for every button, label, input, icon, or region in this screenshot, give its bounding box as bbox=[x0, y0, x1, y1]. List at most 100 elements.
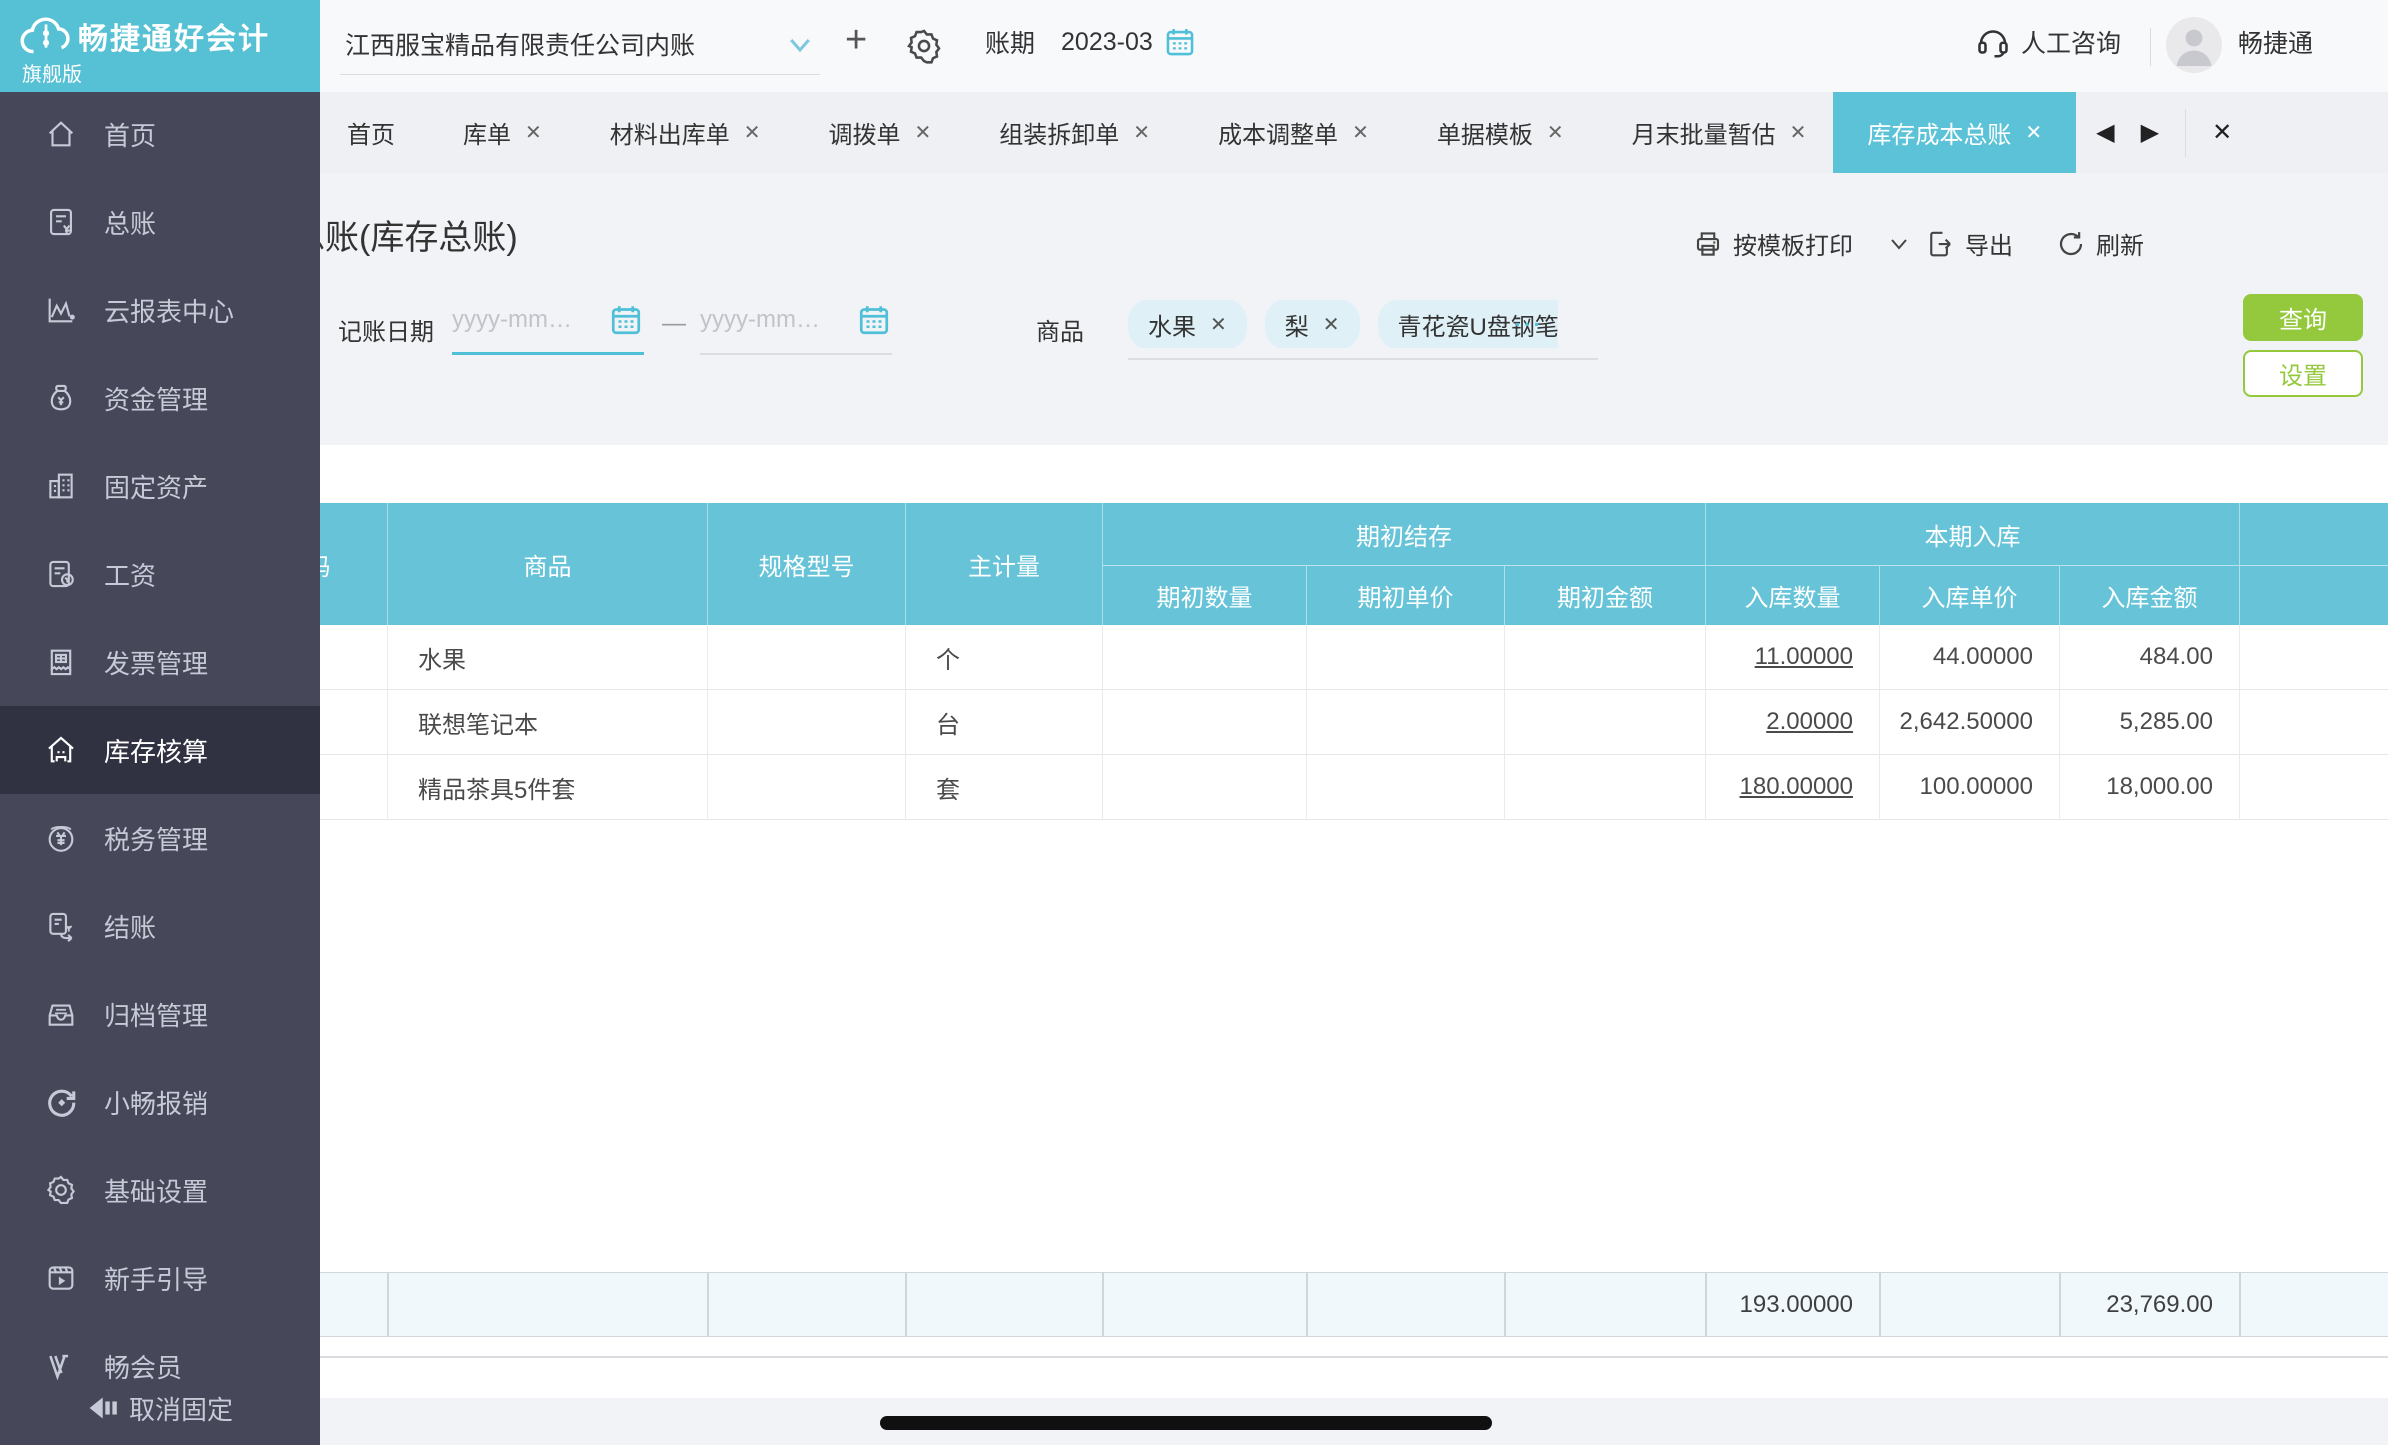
in-qty-link[interactable]: 180.00000 bbox=[1740, 773, 1853, 801]
table-row-3-cell-in_price: 100.00000 bbox=[1880, 755, 2060, 820]
in-qty-link[interactable]: 2.00000 bbox=[1766, 708, 1853, 736]
sidebar-item-label: 畅会员 bbox=[104, 1352, 183, 1383]
summary-cell-open_price bbox=[1307, 1272, 1505, 1337]
support-link[interactable]: 人工咨询 bbox=[1975, 24, 2121, 60]
sidebar-item-11[interactable]: 归档管理 bbox=[0, 970, 320, 1058]
sidebar-item-14[interactable]: 新手引导 bbox=[0, 1234, 320, 1322]
tab-label: 首页 bbox=[347, 122, 395, 149]
topbar-divider bbox=[2150, 28, 2151, 66]
sidebar-item-label: 税务管理 bbox=[104, 824, 209, 855]
remove-tag-icon[interactable]: ✕ bbox=[1210, 312, 1227, 337]
close-icon[interactable]: ✕ bbox=[1352, 120, 1369, 145]
in-qty-link[interactable]: 11.00000 bbox=[1755, 643, 1853, 671]
user-name[interactable]: 畅捷通 bbox=[2238, 24, 2313, 60]
warehouse-icon bbox=[44, 733, 78, 767]
sidebar-item-8[interactable]: 库存核算 bbox=[0, 706, 320, 794]
product-tag-2[interactable]: 梨 ✕ bbox=[1264, 300, 1360, 348]
sidebar-item-1[interactable]: 首页 bbox=[0, 90, 320, 178]
date-from-placeholder: yyyy-mm… bbox=[452, 306, 572, 333]
date-to-placeholder: yyyy-mm… bbox=[700, 306, 820, 333]
tab-3[interactable]: 材料出库单 ✕ bbox=[583, 92, 788, 173]
more-tags-indicator[interactable]: … bbox=[1512, 300, 1544, 334]
close-icon[interactable]: ✕ bbox=[1790, 120, 1807, 145]
calendar-icon[interactable] bbox=[608, 302, 644, 338]
calendar-icon[interactable] bbox=[1163, 25, 1197, 59]
date-to-field[interactable]: yyyy-mm… bbox=[700, 306, 892, 355]
brand-name: 畅捷通好会计 bbox=[78, 23, 270, 56]
sidebar-item-label: 基础设置 bbox=[104, 1176, 209, 1207]
chevron-down-icon[interactable] bbox=[785, 30, 815, 60]
product-tag-1[interactable]: 水果 ✕ bbox=[1128, 300, 1247, 348]
sidebar-item-6[interactable]: 工资 bbox=[0, 530, 320, 618]
period-label: 账期 bbox=[985, 30, 1036, 58]
report-chart-icon bbox=[44, 293, 78, 327]
table-row-2-cell-spec bbox=[708, 690, 906, 755]
settings-button[interactable]: 设置 bbox=[2243, 350, 2363, 397]
close-icon[interactable]: ✕ bbox=[1133, 120, 1150, 145]
date-from-field[interactable]: yyyy-mm… bbox=[452, 306, 644, 355]
sidebar-item-label: 小畅报销 bbox=[104, 1088, 209, 1119]
query-button[interactable]: 查询 bbox=[2243, 294, 2363, 341]
tab-9[interactable]: 库存成本总账 ✕ bbox=[1833, 92, 2077, 173]
export-button[interactable]: 导出 bbox=[1925, 226, 2013, 261]
tab-8[interactable]: 月末批量暂估 ✕ bbox=[1605, 92, 1834, 173]
sidebar-item-13[interactable]: 基础设置 bbox=[0, 1146, 320, 1234]
remove-tag-icon[interactable]: ✕ bbox=[1323, 312, 1340, 337]
tab-6[interactable]: 成本调整单 ✕ bbox=[1191, 92, 1396, 173]
company-selector[interactable]: 江西服宝精品有限责任公司内账 bbox=[345, 26, 695, 62]
close-icon[interactable]: ✕ bbox=[1547, 120, 1564, 145]
document-tab-bar: 首页 库单 ✕ 材料出库单 ✕ 调拨单 ✕ 组装拆卸单 ✕ 成本调整单 ✕ 单据模板 ✕ 月末批量暂估 ✕ 库… bbox=[320, 92, 2388, 173]
sidebar-item-12[interactable]: 小畅报销 bbox=[0, 1058, 320, 1146]
sidebar-item-2[interactable]: 总账 bbox=[0, 178, 320, 266]
unpin-label: 取消固定 bbox=[128, 1394, 233, 1425]
page-title: 总账(库存总账) bbox=[291, 219, 518, 257]
close-all-tabs-button[interactable]: ✕ bbox=[2212, 118, 2232, 147]
table-row-1-cell-in_amount: 484.00 bbox=[2060, 625, 2240, 690]
sidebar-item-7[interactable]: 发票管理 bbox=[0, 618, 320, 706]
close-icon[interactable]: ✕ bbox=[915, 120, 932, 145]
tab-scroll-left[interactable]: ◀ bbox=[2096, 118, 2114, 147]
unpin-sidebar-button[interactable]: 取消固定 bbox=[0, 1382, 320, 1434]
period-value[interactable]: 2023-03 bbox=[1061, 28, 1153, 57]
close-icon[interactable]: ✕ bbox=[525, 120, 542, 145]
tab-scroll-right[interactable]: ▶ bbox=[2141, 118, 2159, 147]
cell-value: 精品茶具5件套 bbox=[418, 776, 576, 804]
sidebar-item-9[interactable]: 税务管理 bbox=[0, 794, 320, 882]
table-row-2-cell-product: 联想笔记本 bbox=[388, 690, 708, 755]
product-filter-field[interactable]: 水果✕梨✕青花瓷U盘钢笔套✕ bbox=[1128, 300, 1558, 348]
tab-5[interactable]: 组装拆卸单 ✕ bbox=[972, 92, 1177, 173]
refresh-button[interactable]: 刷新 bbox=[2056, 226, 2144, 261]
tab-label: 单据模板 bbox=[1436, 122, 1533, 149]
tab-4[interactable]: 调拨单 ✕ bbox=[802, 92, 959, 173]
gear-icon[interactable] bbox=[905, 27, 943, 65]
company-underline bbox=[340, 74, 820, 75]
date-from-underline bbox=[452, 352, 644, 355]
sidebar-item-label: 工资 bbox=[104, 560, 157, 591]
table-row-1-cell-open_amount bbox=[1505, 625, 1706, 690]
add-account-set-button[interactable]: + bbox=[845, 21, 867, 59]
sidebar-item-5[interactable]: 固定资产 bbox=[0, 442, 320, 530]
summary-value: 193.00000 bbox=[1739, 1290, 1853, 1318]
sidebar-item-3[interactable]: 云报表中心 bbox=[0, 266, 320, 354]
close-icon[interactable]: ✕ bbox=[744, 120, 761, 145]
summary-cell-extra bbox=[2240, 1272, 2388, 1337]
calendar-icon[interactable] bbox=[856, 302, 892, 338]
member-icon bbox=[44, 1349, 78, 1383]
avatar[interactable] bbox=[2166, 17, 2222, 73]
tab-7[interactable]: 单据模板 ✕ bbox=[1410, 92, 1591, 173]
sidebar-item-4[interactable]: 资金管理 bbox=[0, 354, 320, 442]
cloud-logo-icon bbox=[18, 12, 76, 64]
table-row-1-cell-extra bbox=[2240, 625, 2388, 690]
tab-2[interactable]: 库单 ✕ bbox=[436, 92, 569, 173]
horizontal-scrollbar[interactable] bbox=[880, 1416, 1492, 1430]
close-icon[interactable]: ✕ bbox=[2025, 120, 2042, 145]
table-row-1-cell-spec bbox=[708, 625, 906, 690]
sidebar-item-label: 首页 bbox=[104, 120, 157, 151]
table-row-1-cell-open_qty bbox=[1103, 625, 1307, 690]
summary-cell-open_qty bbox=[1103, 1272, 1307, 1337]
tab-label: 调拨单 bbox=[828, 122, 901, 149]
chevron-down-icon[interactable] bbox=[1887, 232, 1911, 256]
tab-1[interactable]: 首页 bbox=[320, 92, 422, 173]
sidebar-item-10[interactable]: 结账 bbox=[0, 882, 320, 970]
print-by-template-button[interactable]: 按模板打印 bbox=[1693, 226, 1911, 261]
